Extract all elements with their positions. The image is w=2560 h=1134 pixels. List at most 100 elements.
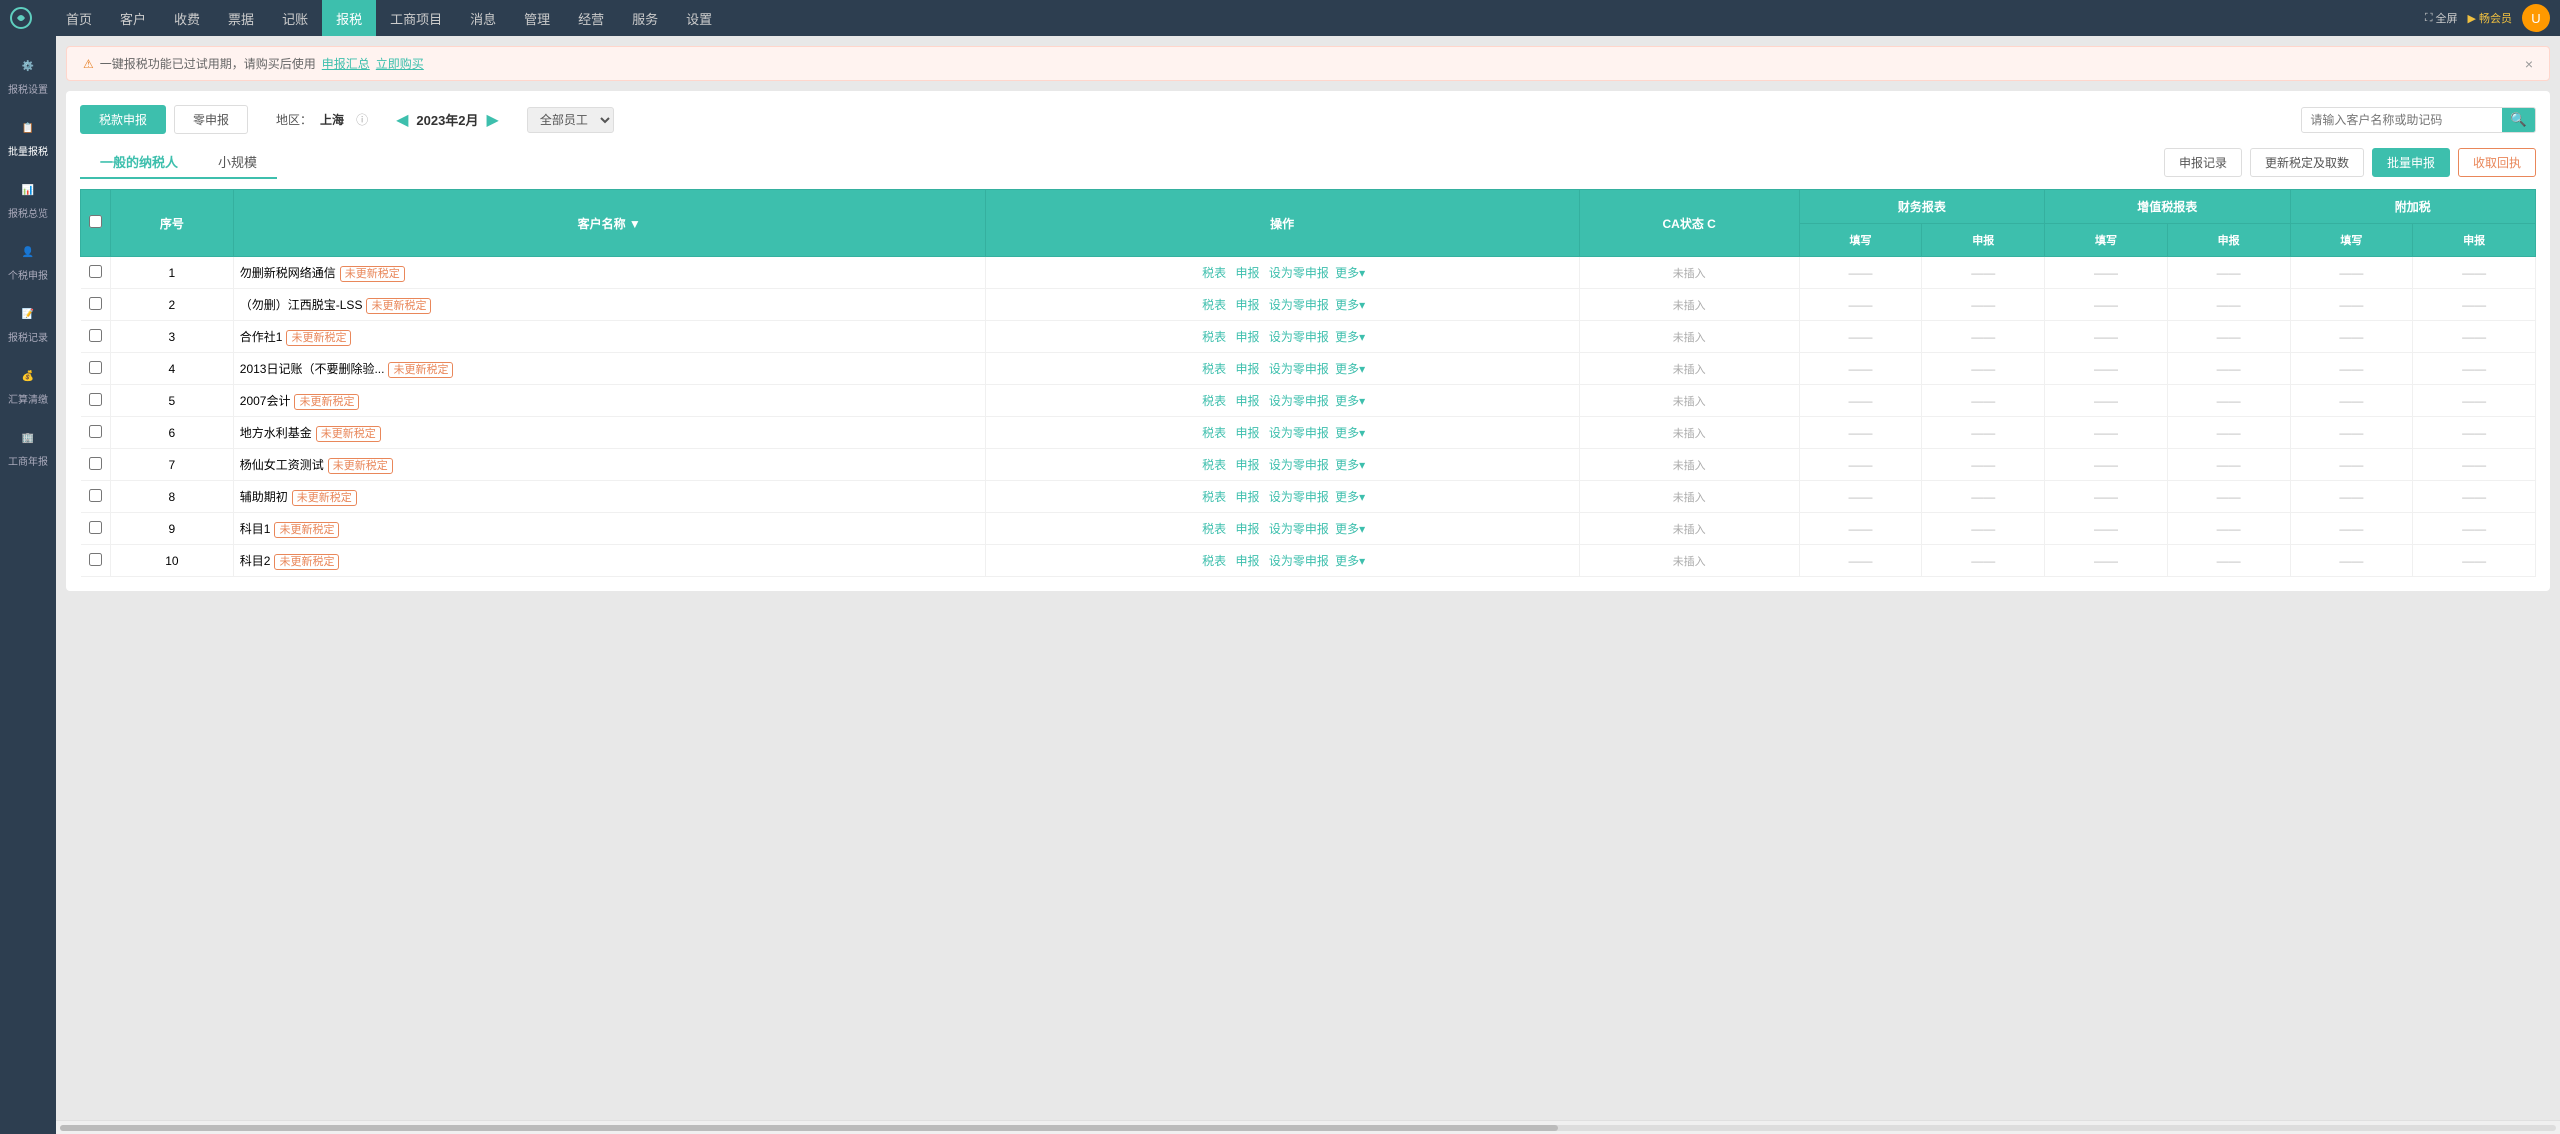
row-client-name[interactable]: 勿删新税网络通信未更新税定: [233, 257, 985, 289]
row-client-name[interactable]: 科目2未更新税定: [233, 545, 985, 577]
op-declare[interactable]: 申报: [1235, 266, 1259, 280]
op-more[interactable]: 更多▾: [1335, 298, 1365, 312]
op-declare[interactable]: 申报: [1235, 330, 1259, 344]
op-taxtable[interactable]: 税表: [1202, 490, 1226, 504]
batch-declare-button[interactable]: 批量申报: [2372, 148, 2450, 177]
op-more[interactable]: 更多▾: [1335, 330, 1365, 344]
row-client-name[interactable]: 科目1未更新税定: [233, 513, 985, 545]
op-taxtable[interactable]: 税表: [1202, 394, 1226, 408]
row-checkbox-9[interactable]: [89, 553, 102, 566]
nav-home[interactable]: 首页: [52, 0, 106, 36]
nav-fee[interactable]: 收费: [160, 0, 214, 36]
row-checkbox-3[interactable]: [89, 361, 102, 374]
nav-message[interactable]: 消息: [456, 0, 510, 36]
op-zero-declare[interactable]: 设为零申报: [1269, 426, 1329, 440]
op-zero-declare[interactable]: 设为零申报: [1269, 522, 1329, 536]
nav-operation[interactable]: 经营: [564, 0, 618, 36]
nav-manage[interactable]: 管理: [510, 0, 564, 36]
staff-selector[interactable]: 全部员工: [527, 107, 614, 133]
row-checkbox-0[interactable]: [89, 265, 102, 278]
sidebar-item-annual-settle[interactable]: 💰 汇算清缴: [0, 354, 56, 416]
op-declare[interactable]: 申报: [1235, 554, 1259, 568]
search-input[interactable]: [2302, 109, 2502, 131]
op-zero-declare[interactable]: 设为零申报: [1269, 554, 1329, 568]
tab-zero-declare[interactable]: 零申报: [174, 105, 248, 134]
op-declare[interactable]: 申报: [1235, 490, 1259, 504]
op-taxtable[interactable]: 税表: [1202, 266, 1226, 280]
row-checkbox-4[interactable]: [89, 393, 102, 406]
op-zero-declare[interactable]: 设为零申报: [1269, 362, 1329, 376]
declare-records-button[interactable]: 申报记录: [2164, 148, 2242, 177]
date-next-button[interactable]: ▶: [487, 110, 499, 130]
nav-invoice[interactable]: 票据: [214, 0, 268, 36]
op-zero-declare[interactable]: 设为零申报: [1269, 330, 1329, 344]
banner-close-button[interactable]: ×: [2525, 56, 2533, 72]
avatar[interactable]: U: [2522, 4, 2550, 32]
sub-tab-small[interactable]: 小规模: [198, 146, 277, 179]
op-more[interactable]: 更多▾: [1335, 394, 1365, 408]
op-more[interactable]: 更多▾: [1335, 490, 1365, 504]
op-zero-declare[interactable]: 设为零申报: [1269, 490, 1329, 504]
sub-tab-general[interactable]: 一般的纳税人: [80, 146, 198, 179]
row-checkbox-2[interactable]: [89, 329, 102, 342]
nav-customer[interactable]: 客户: [106, 0, 160, 36]
op-more[interactable]: 更多▾: [1335, 426, 1365, 440]
row-client-name[interactable]: 地方水利基金未更新税定: [233, 417, 985, 449]
nav-tax[interactable]: 报税: [322, 0, 376, 36]
collect-receipt-button[interactable]: 收取回执: [2458, 148, 2536, 177]
buy-link[interactable]: 立即购买: [376, 55, 424, 72]
op-more[interactable]: 更多▾: [1335, 522, 1365, 536]
fullscreen-button[interactable]: ⛶ 全屏: [2425, 10, 2458, 26]
sidebar-item-personal-tax[interactable]: 👤 个税申报: [0, 230, 56, 292]
row-client-name[interactable]: 2013日记账（不要删除验...未更新税定: [233, 353, 985, 385]
sidebar-item-batch-tax[interactable]: 📋 批量报税: [0, 106, 56, 168]
upgrade-button[interactable]: ▶ 畅会员: [2468, 10, 2512, 26]
row-client-name[interactable]: 2007会计未更新税定: [233, 385, 985, 417]
horizontal-scrollbar[interactable]: [56, 1120, 2560, 1134]
op-taxtable[interactable]: 税表: [1202, 554, 1226, 568]
update-tax-button[interactable]: 更新税定及取数: [2250, 148, 2364, 177]
op-zero-declare[interactable]: 设为零申报: [1269, 394, 1329, 408]
summary-link[interactable]: 申报汇总: [322, 55, 370, 72]
row-client-name[interactable]: 杨仙女工资测试未更新税定: [233, 449, 985, 481]
info-icon[interactable]: ⓘ: [356, 111, 368, 128]
op-more[interactable]: 更多▾: [1335, 458, 1365, 472]
row-client-name[interactable]: （勿删）江西脱宝-LSS未更新税定: [233, 289, 985, 321]
op-taxtable[interactable]: 税表: [1202, 426, 1226, 440]
op-taxtable[interactable]: 税表: [1202, 522, 1226, 536]
op-taxtable[interactable]: 税表: [1202, 298, 1226, 312]
sidebar-item-tax-settings[interactable]: ⚙️ 报税设置: [0, 44, 56, 106]
op-declare[interactable]: 申报: [1235, 298, 1259, 312]
op-taxtable[interactable]: 税表: [1202, 330, 1226, 344]
op-more[interactable]: 更多▾: [1335, 266, 1365, 280]
op-declare[interactable]: 申报: [1235, 394, 1259, 408]
op-zero-declare[interactable]: 设为零申报: [1269, 266, 1329, 280]
search-button[interactable]: 🔍: [2502, 108, 2535, 132]
nav-business[interactable]: 工商项目: [376, 0, 456, 36]
op-declare[interactable]: 申报: [1235, 522, 1259, 536]
row-client-name[interactable]: 辅助期初未更新税定: [233, 481, 985, 513]
sidebar-item-tax-records[interactable]: 📝 报税记录: [0, 292, 56, 354]
row-checkbox-7[interactable]: [89, 489, 102, 502]
select-all-checkbox[interactable]: [89, 215, 102, 228]
op-more[interactable]: 更多▾: [1335, 362, 1365, 376]
row-checkbox-1[interactable]: [89, 297, 102, 310]
row-checkbox-6[interactable]: [89, 457, 102, 470]
op-declare[interactable]: 申报: [1235, 426, 1259, 440]
sidebar-item-tax-overview[interactable]: 📊 报税总览: [0, 168, 56, 230]
sidebar-item-business-annual[interactable]: 🏢 工商年报: [0, 416, 56, 478]
op-declare[interactable]: 申报: [1235, 458, 1259, 472]
op-more[interactable]: 更多▾: [1335, 554, 1365, 568]
op-zero-declare[interactable]: 设为零申报: [1269, 298, 1329, 312]
date-prev-button[interactable]: ◀: [396, 110, 408, 130]
nav-bookkeep[interactable]: 记账: [268, 0, 322, 36]
op-taxtable[interactable]: 税表: [1202, 362, 1226, 376]
nav-settings[interactable]: 设置: [672, 0, 726, 36]
row-checkbox-5[interactable]: [89, 425, 102, 438]
row-client-name[interactable]: 合作社1未更新税定: [233, 321, 985, 353]
tab-tax-declare[interactable]: 税款申报: [80, 105, 166, 134]
op-zero-declare[interactable]: 设为零申报: [1269, 458, 1329, 472]
nav-service[interactable]: 服务: [618, 0, 672, 36]
op-declare[interactable]: 申报: [1235, 362, 1259, 376]
row-checkbox-8[interactable]: [89, 521, 102, 534]
